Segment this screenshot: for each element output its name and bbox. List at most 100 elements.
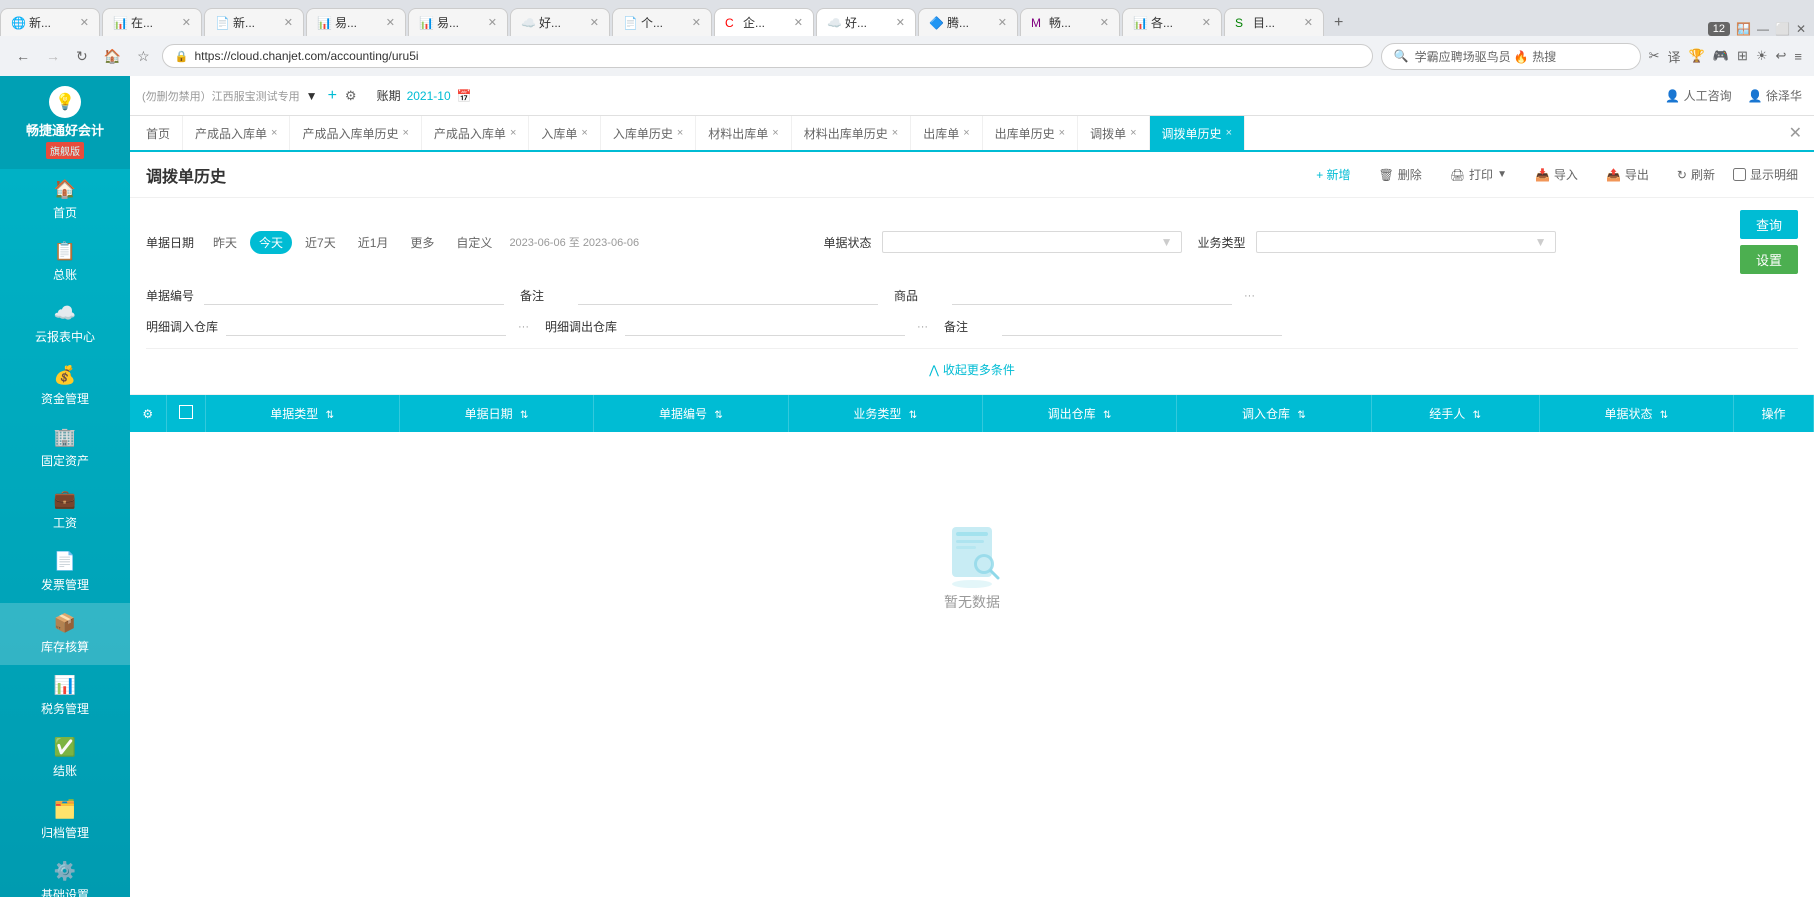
sort-biz-type-icon[interactable]: ⇅ — [909, 410, 917, 421]
detail-out-filter-input[interactable] — [625, 317, 905, 336]
sort-doc-num-icon[interactable]: ⇅ — [714, 410, 722, 421]
tab-material-out-history[interactable]: 材料出库单历史 × — [792, 116, 911, 150]
tab-inbound-history-close[interactable]: × — [677, 127, 683, 139]
sort-out-warehouse-icon[interactable]: ⇅ — [1103, 410, 1111, 421]
close-icon[interactable]: ✕ — [1796, 22, 1806, 36]
undo-icon[interactable]: ↩ — [1776, 48, 1787, 64]
tab-outbound-history-close[interactable]: × — [1059, 127, 1065, 139]
th-doc-date[interactable]: 单据日期 ⇅ — [399, 395, 593, 432]
sidebar-item-archive[interactable]: 🗂️ 归档管理 — [0, 789, 130, 851]
refresh-button[interactable]: ↻ — [72, 46, 92, 67]
bookmark-button[interactable]: ☆ — [133, 46, 154, 67]
reward-icon[interactable]: 🏆 — [1689, 48, 1705, 64]
date-more-btn[interactable]: 更多 — [401, 231, 443, 254]
date-1month-btn[interactable]: 近1月 — [349, 231, 398, 254]
tab-inbound-close[interactable]: × — [581, 127, 587, 139]
sidebar-item-home[interactable]: 🏠 首页 — [0, 169, 130, 231]
th-handler[interactable]: 经手人 ⇅ — [1371, 395, 1539, 432]
tab-outbound[interactable]: 出库单 × — [911, 116, 982, 150]
tab-close-5[interactable]: ✕ — [482, 16, 497, 29]
tab-close-10[interactable]: ✕ — [992, 16, 1007, 29]
grid-icon[interactable]: ⊞ — [1737, 48, 1748, 64]
sidebar-item-tax[interactable]: 📊 税务管理 — [0, 665, 130, 727]
back-button[interactable]: ← — [12, 46, 34, 66]
tab-close-13[interactable]: ✕ — [1298, 16, 1313, 29]
calendar-icon[interactable]: 📅 — [457, 89, 472, 103]
sidebar-item-invoice[interactable]: 📄 发票管理 — [0, 541, 130, 603]
browser-tab-2[interactable]: 📊 在... ✕ — [102, 8, 202, 36]
sun-icon[interactable]: ☀ — [1756, 48, 1768, 64]
game-icon[interactable]: 🎮 — [1713, 48, 1729, 64]
query-button[interactable]: 查询 — [1740, 210, 1798, 239]
sidebar-item-payroll[interactable]: 💼 工资 — [0, 479, 130, 541]
extensions-icon[interactable]: ✂ — [1649, 48, 1660, 64]
goods-more-icon[interactable]: ··· — [1244, 290, 1255, 302]
tab-close-1[interactable]: ✕ — [74, 16, 89, 29]
sidebar-item-finance[interactable]: 💰 资金管理 — [0, 355, 130, 417]
th-checkbox[interactable] — [166, 395, 205, 432]
refresh-button-main[interactable]: ↻ 刷新 — [1667, 162, 1725, 187]
browser-tab-13[interactable]: S 目... ✕ — [1224, 8, 1324, 36]
browser-tab-1[interactable]: 🌐 新... ✕ — [0, 8, 100, 36]
print-dropdown-icon[interactable]: ▼ — [1497, 169, 1507, 180]
show-cols-checkbox[interactable] — [1733, 168, 1746, 181]
collapse-button[interactable]: ⋀ 收起更多条件 — [913, 357, 1031, 382]
window-icon[interactable]: 🪟 — [1736, 22, 1751, 36]
docnum-filter-input[interactable] — [204, 286, 504, 305]
date-today-btn[interactable]: 今天 — [250, 231, 292, 254]
tab-product-in-history[interactable]: 产成品入库单历史 × — [290, 116, 421, 150]
sort-doc-type-icon[interactable]: ⇅ — [326, 410, 334, 421]
print-button[interactable]: 🖨 打印 ▼ — [1440, 162, 1517, 187]
date-7days-btn[interactable]: 近7天 — [296, 231, 345, 254]
url-input[interactable]: 🔒 https://cloud.chanjet.com/accounting/u… — [162, 44, 1373, 68]
date-custom-btn[interactable]: 自定义 — [447, 231, 501, 254]
browser-tab-7[interactable]: 📄 个... ✕ — [612, 8, 712, 36]
tab-outbound-close[interactable]: × — [963, 127, 969, 139]
consultant-button[interactable]: 👤 人工咨询 — [1665, 87, 1731, 104]
import-button[interactable]: 📥 导入 — [1525, 162, 1588, 187]
tab-material-out-history-close[interactable]: × — [892, 127, 898, 139]
sort-handler-icon[interactable]: ⇅ — [1473, 410, 1481, 421]
tab-transfer-history[interactable]: 调拨单历史 × — [1150, 116, 1245, 150]
sort-doc-date-icon[interactable]: ⇅ — [520, 410, 528, 421]
minimize-icon[interactable]: — — [1757, 22, 1769, 36]
maximize-icon[interactable]: ⬜ — [1775, 22, 1790, 36]
sidebar-item-closing[interactable]: ✅ 结账 — [0, 727, 130, 789]
tab-product-in2[interactable]: 产成品入库单 × — [422, 116, 529, 150]
tab-product-in-history-close[interactable]: × — [402, 127, 408, 139]
browser-tab-5[interactable]: 📊 易... ✕ — [408, 8, 508, 36]
sidebar-item-cloud-reports[interactable]: ☁️ 云报表中心 — [0, 293, 130, 355]
tab-close-3[interactable]: ✕ — [278, 16, 293, 29]
header-checkbox[interactable] — [179, 405, 193, 419]
close-all-tabs-button[interactable]: ✕ — [1781, 123, 1810, 143]
browser-tab-10[interactable]: 🔷 腾... ✕ — [918, 8, 1018, 36]
user-avatar[interactable]: 👤 徐泽华 — [1748, 87, 1802, 104]
tab-close-11[interactable]: ✕ — [1094, 16, 1109, 29]
tab-transfer[interactable]: 调拨单 × — [1078, 116, 1149, 150]
gear-col-icon[interactable]: ⚙ — [142, 407, 153, 421]
tab-material-out[interactable]: 材料出库单 × — [696, 116, 791, 150]
new-button[interactable]: + 新增 — [1306, 162, 1360, 187]
tab-close-6[interactable]: ✕ — [584, 16, 599, 29]
detail-in-filter-input[interactable] — [226, 317, 506, 336]
tab-material-out-close[interactable]: × — [772, 127, 778, 139]
th-doc-type[interactable]: 单据类型 ⇅ — [205, 395, 399, 432]
browser-tab-11[interactable]: M 畅... ✕ — [1020, 8, 1120, 36]
browser-tab-9[interactable]: ☁️ 好... ✕ — [816, 8, 916, 36]
tab-product-in-close[interactable]: × — [271, 127, 277, 139]
tab-close-12[interactable]: ✕ — [1196, 16, 1211, 29]
th-doc-status[interactable]: 单据状态 ⇅ — [1539, 395, 1733, 432]
biztype-filter-select[interactable]: ▼ — [1256, 231, 1556, 253]
menu-icon[interactable]: ≡ — [1794, 49, 1802, 64]
th-in-warehouse[interactable]: 调入仓库 ⇅ — [1177, 395, 1371, 432]
tab-inbound-history[interactable]: 入库单历史 × — [601, 116, 696, 150]
sidebar-item-inventory[interactable]: 📦 库存核算 — [0, 603, 130, 665]
tab-product-in2-close[interactable]: × — [510, 127, 516, 139]
detail-out-more-icon[interactable]: ··· — [917, 321, 928, 333]
sidebar-item-assets[interactable]: 🏢 固定资产 — [0, 417, 130, 479]
browser-tab-3[interactable]: 📄 新... ✕ — [204, 8, 304, 36]
tab-close-8[interactable]: ✕ — [788, 16, 803, 29]
show-cols-toggle[interactable]: 显示明细 — [1733, 166, 1798, 183]
remark2-filter-input[interactable] — [1002, 317, 1282, 336]
tab-close-7[interactable]: ✕ — [686, 16, 701, 29]
